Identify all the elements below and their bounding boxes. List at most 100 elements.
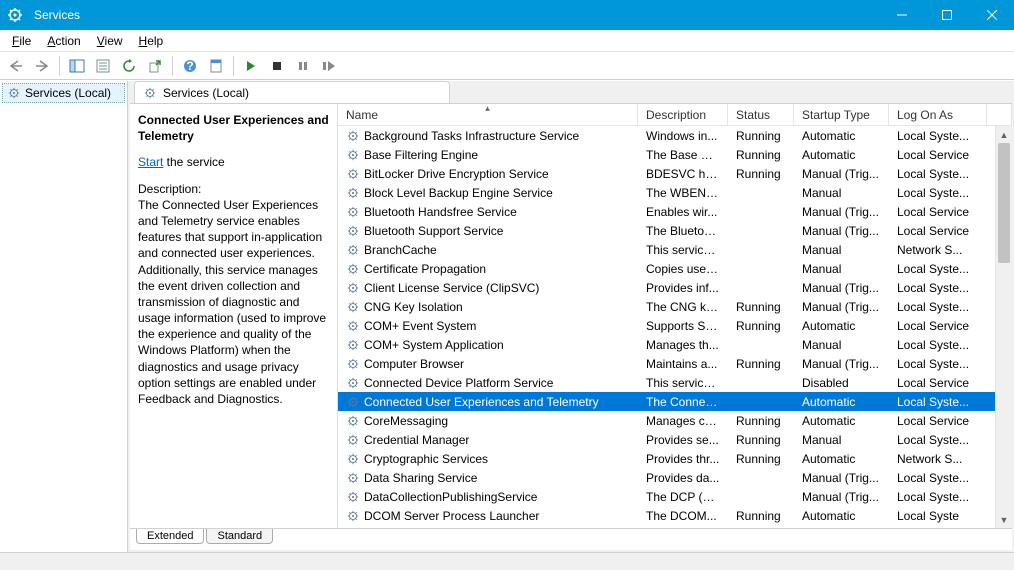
service-log-on-as: Local Syste...: [889, 357, 987, 371]
table-row[interactable]: Computer BrowserMaintains a...RunningMan…: [338, 354, 1012, 373]
gear-icon: [346, 414, 360, 428]
tree-node-services-local[interactable]: Services (Local): [2, 83, 125, 103]
gear-icon: [346, 490, 360, 504]
service-log-on-as: Local Syste...: [889, 281, 987, 295]
table-row[interactable]: Connected Device Platform ServiceThis se…: [338, 373, 1012, 392]
table-row[interactable]: Data Sharing ServiceProvides da...Manual…: [338, 468, 1012, 487]
table-row[interactable]: Certificate PropagationCopies user ...Ma…: [338, 259, 1012, 278]
tab-heading-label: Services (Local): [163, 86, 249, 100]
service-name: Background Tasks Infrastructure Service: [364, 129, 579, 143]
forward-button[interactable]: [30, 54, 54, 78]
table-row[interactable]: Cryptographic ServicesProvides thr...Run…: [338, 449, 1012, 468]
tab-standard[interactable]: Standard: [206, 529, 273, 544]
start-service-link[interactable]: Start: [138, 155, 163, 169]
table-row[interactable]: Base Filtering EngineThe Base Fil...Runn…: [338, 145, 1012, 164]
table-row[interactable]: Bluetooth Support ServiceThe Bluetoo...M…: [338, 221, 1012, 240]
service-name: BitLocker Drive Encryption Service: [364, 167, 549, 181]
service-log-on-as: Network S...: [889, 452, 987, 466]
table-row[interactable]: Background Tasks Infrastructure Service W…: [338, 126, 1012, 145]
service-name: Data Sharing Service: [364, 471, 477, 485]
maximize-button[interactable]: [924, 0, 969, 30]
service-description: Provides se...: [638, 433, 728, 447]
column-log-on-as[interactable]: Log On As: [889, 104, 987, 125]
table-row[interactable]: BranchCacheThis service ...ManualNetwork…: [338, 240, 1012, 259]
service-status: Running: [728, 129, 794, 143]
menu-view[interactable]: View: [89, 32, 131, 50]
scroll-track[interactable]: [996, 143, 1012, 511]
stop-service-button[interactable]: [265, 54, 289, 78]
service-description: Provides inf...: [638, 281, 728, 295]
help-button[interactable]: ?: [178, 54, 202, 78]
table-row[interactable]: Credential ManagerProvides se...RunningM…: [338, 430, 1012, 449]
show-hide-tree-button[interactable]: [65, 54, 89, 78]
column-description[interactable]: Description: [638, 104, 728, 125]
gear-icon: [346, 395, 360, 409]
table-row[interactable]: DataCollectionPublishingServiceThe DCP (…: [338, 487, 1012, 506]
column-startup-type[interactable]: Startup Type: [794, 104, 889, 125]
pause-service-button[interactable]: [291, 54, 315, 78]
service-startup-type: Manual: [794, 338, 889, 352]
service-name: Base Filtering Engine: [364, 148, 478, 162]
column-status[interactable]: Status: [728, 104, 794, 125]
service-startup-type: Manual (Trig...: [794, 490, 889, 504]
service-description: Supports Sy...: [638, 319, 728, 333]
service-name: Certificate Propagation: [364, 262, 486, 276]
service-log-on-as: Local Service: [889, 319, 987, 333]
service-name: DCOM Server Process Launcher: [364, 509, 539, 523]
vertical-scrollbar[interactable]: ▲ ▼: [995, 126, 1012, 528]
service-startup-type: Manual: [794, 243, 889, 257]
scroll-up-button[interactable]: ▲: [996, 126, 1012, 143]
table-row[interactable]: Bluetooth Handsfree ServiceEnables wir..…: [338, 202, 1012, 221]
gear-icon: [346, 243, 360, 257]
gear-icon: [346, 319, 360, 333]
start-service-button[interactable]: [239, 54, 263, 78]
help-topics-button[interactable]: [204, 54, 228, 78]
service-log-on-as: Local Syste...: [889, 186, 987, 200]
gear-icon: [346, 167, 360, 181]
back-button[interactable]: [4, 54, 28, 78]
service-description: Windows in...: [638, 129, 728, 143]
statusbar: [0, 552, 1014, 570]
table-row[interactable]: CNG Key IsolationThe CNG ke...RunningMan…: [338, 297, 1012, 316]
table-row[interactable]: CoreMessagingManages co...RunningAutomat…: [338, 411, 1012, 430]
scroll-thumb[interactable]: [998, 143, 1010, 263]
table-row[interactable]: BitLocker Drive Encryption ServiceBDESVC…: [338, 164, 1012, 183]
gear-icon: [346, 357, 360, 371]
column-name[interactable]: Name▴: [338, 104, 638, 125]
table-row[interactable]: COM+ System ApplicationManages th...Manu…: [338, 335, 1012, 354]
service-log-on-as: Local Syste...: [889, 471, 987, 485]
service-name: Bluetooth Support Service: [364, 224, 503, 238]
menu-file[interactable]: File: [4, 32, 39, 50]
service-log-on-as: Local Syste...: [889, 433, 987, 447]
close-button[interactable]: [969, 0, 1014, 30]
sort-ascending-icon: ▴: [485, 104, 490, 114]
table-row[interactable]: COM+ Event SystemSupports Sy...RunningAu…: [338, 316, 1012, 335]
table-row[interactable]: Connected User Experiences and Telemetry…: [338, 392, 1012, 411]
restart-service-button[interactable]: [317, 54, 341, 78]
scroll-down-button[interactable]: ▼: [996, 511, 1012, 528]
tab-extended[interactable]: Extended: [136, 529, 204, 544]
service-log-on-as: Local Syste...: [889, 262, 987, 276]
service-startup-type: Automatic: [794, 509, 889, 523]
service-log-on-as: Local Syste...: [889, 300, 987, 314]
menu-action[interactable]: Action: [39, 32, 88, 50]
table-row[interactable]: Block Level Backup Engine ServiceThe WBE…: [338, 183, 1012, 202]
detail-description-label: Description:: [138, 181, 329, 197]
detail-description-body: The Connected User Experiences and Telem…: [138, 197, 329, 407]
service-description: The DCOM...: [638, 509, 728, 523]
menubar: File Action View Help: [0, 30, 1014, 52]
menu-help[interactable]: Help: [131, 32, 172, 50]
export-button[interactable]: [143, 54, 167, 78]
service-description: The Connec...: [638, 395, 728, 409]
table-row[interactable]: Client License Service (ClipSVC)Provides…: [338, 278, 1012, 297]
gear-icon: [346, 205, 360, 219]
properties-button[interactable]: [91, 54, 115, 78]
minimize-button[interactable]: [879, 0, 924, 30]
service-status: Running: [728, 414, 794, 428]
refresh-button[interactable]: [117, 54, 141, 78]
detail-pane: Connected User Experiences and Telemetry…: [130, 104, 338, 528]
list-header: Name▴ Description Status Startup Type Lo…: [338, 104, 1012, 126]
service-status: Running: [728, 509, 794, 523]
service-startup-type: Manual (Trig...: [794, 471, 889, 485]
table-row[interactable]: DCOM Server Process Launcher The DCOM...R…: [338, 506, 1012, 525]
